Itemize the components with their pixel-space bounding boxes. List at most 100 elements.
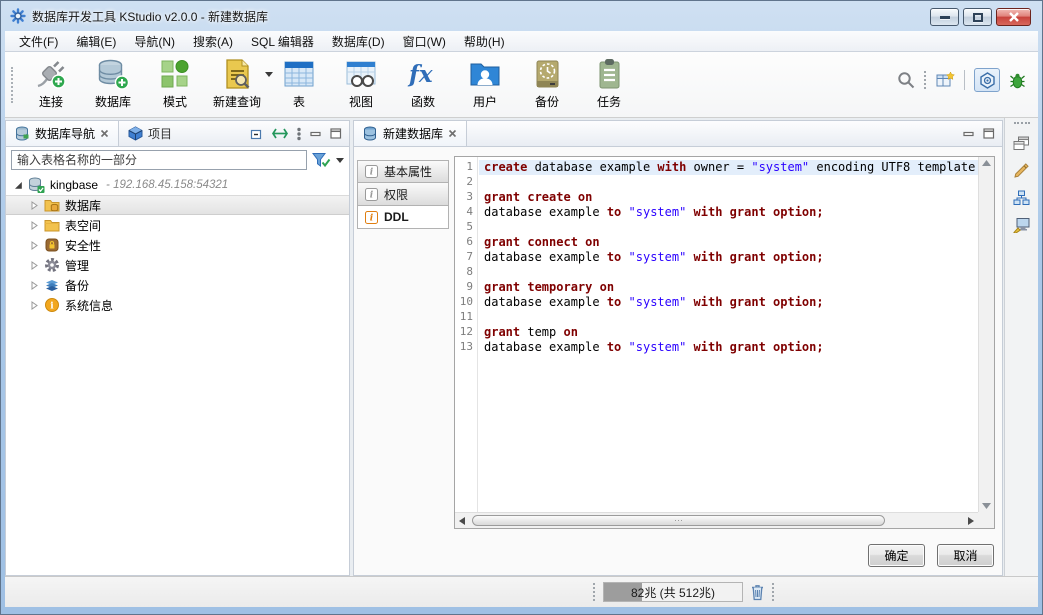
menu-item[interactable]: 数据库(D) xyxy=(323,30,394,53)
toolbar-schema[interactable]: 模式 xyxy=(144,57,206,110)
minimize-button[interactable] xyxy=(930,8,959,26)
menu-item[interactable]: 搜索(A) xyxy=(184,30,242,53)
sql-editor[interactable]: 1 2 3 4 5 6 7 8 9 10 11 12 13 create database exampl… xyxy=(454,156,995,529)
editor-tab-tools xyxy=(963,121,1002,146)
tab-database-navigator[interactable]: 数据库导航 xyxy=(6,121,120,146)
tree-item-gear[interactable]: 管理 xyxy=(6,255,349,275)
code-line[interactable]: database example to "system" with grant … xyxy=(479,205,978,220)
vertical-scrollbar[interactable] xyxy=(978,157,994,512)
scrollbar-thumb[interactable] xyxy=(472,515,886,526)
link-editor-icon[interactable] xyxy=(272,128,288,139)
tree-item-label: 数据库 xyxy=(65,198,102,213)
toolbar-table[interactable]: 表 xyxy=(268,57,330,110)
tree-item-folder[interactable]: 表空间 xyxy=(6,215,349,235)
menu-item[interactable]: 窗口(W) xyxy=(394,30,455,53)
code-line[interactable]: database example to "system" with grant … xyxy=(479,250,978,265)
toolbar-drag-handle[interactable] xyxy=(11,67,15,103)
table-filter-input[interactable] xyxy=(11,150,307,170)
tree-item-folder-database[interactable]: 数据库 xyxy=(6,195,349,215)
toolbar-database[interactable]: 数据库 xyxy=(82,57,144,110)
tab-project[interactable]: 项目 xyxy=(119,121,181,146)
line-number: 3 xyxy=(466,190,473,203)
code-line[interactable]: grant create on xyxy=(479,190,978,205)
property-side-tabs: i 基本属性 i 权限 i DDL xyxy=(357,160,449,229)
horizontal-scrollbar[interactable] xyxy=(455,512,978,528)
side-tab-permissions[interactable]: i 权限 xyxy=(357,183,449,206)
tree-item-security[interactable]: 安全性 xyxy=(6,235,349,255)
perspective-button[interactable] xyxy=(974,68,1000,92)
tab-new-database[interactable]: 新建数据库 xyxy=(354,121,468,146)
restore-view-icon[interactable] xyxy=(1013,136,1030,151)
maximize-view-icon[interactable] xyxy=(983,128,995,139)
maximize-button[interactable] xyxy=(963,8,992,26)
minimize-view-icon[interactable] xyxy=(310,128,322,139)
rail-drag-handle[interactable] xyxy=(1013,122,1030,125)
sql-code-area[interactable]: create database example with owner = "sy… xyxy=(479,157,978,512)
cancel-button[interactable]: 取消 xyxy=(937,544,994,567)
pen-icon[interactable] xyxy=(1013,162,1030,179)
database-nav-icon xyxy=(15,126,30,141)
code-line[interactable] xyxy=(479,220,978,235)
close-icon[interactable] xyxy=(100,129,109,138)
toolbar-task[interactable]: 任务 xyxy=(578,57,640,110)
svg-text:fx: fx xyxy=(407,61,433,88)
tree-collapsed-icon[interactable] xyxy=(29,300,39,310)
tree-expanded-icon[interactable] xyxy=(13,181,23,190)
view-menu-icon[interactable] xyxy=(296,127,302,141)
scroll-up-icon[interactable] xyxy=(982,160,991,166)
tree-item-layers[interactable]: 备份 xyxy=(6,275,349,295)
code-line[interactable]: grant temporary on xyxy=(479,280,978,295)
filter-dropdown-icon[interactable] xyxy=(336,157,344,163)
menu-item[interactable]: 文件(F) xyxy=(10,30,67,53)
topology-icon[interactable] xyxy=(1013,190,1030,206)
maximize-view-icon[interactable] xyxy=(330,128,342,139)
code-line[interactable]: database example to "system" with grant … xyxy=(479,295,978,310)
code-line[interactable]: create database example with owner = "sy… xyxy=(479,160,978,175)
tree-collapsed-icon[interactable] xyxy=(29,260,39,270)
menu-item[interactable]: 编辑(E) xyxy=(67,30,125,53)
code-line[interactable]: database example to "system" with grant … xyxy=(479,340,978,355)
menu-item[interactable]: 导航(N) xyxy=(125,30,184,53)
ok-button[interactable]: 确定 xyxy=(868,544,925,567)
minimize-view-icon[interactable] xyxy=(963,128,975,139)
toolbar-user[interactable]: 用户 xyxy=(454,57,516,110)
close-icon[interactable] xyxy=(448,129,457,138)
toolbar-view[interactable]: 视图 xyxy=(330,57,392,110)
code-line[interactable]: grant temp on xyxy=(479,325,978,340)
scroll-left-icon[interactable] xyxy=(459,517,465,525)
new-view-icon[interactable] xyxy=(936,71,955,89)
toolbar-connect[interactable]: 连接 xyxy=(20,57,82,110)
debug-icon[interactable] xyxy=(1009,72,1026,89)
window-controls xyxy=(930,8,1031,26)
toolbar-backup[interactable]: 备份 xyxy=(516,57,578,110)
search-icon[interactable] xyxy=(897,71,915,89)
tree-item-info[interactable]: i 系统信息 xyxy=(6,295,349,315)
tree-item-label: 管理 xyxy=(65,258,90,273)
code-line[interactable]: grant connect on xyxy=(479,235,978,250)
tree-collapsed-icon[interactable] xyxy=(29,220,39,230)
maximize-icon xyxy=(972,12,983,22)
menu-item[interactable]: 帮助(H) xyxy=(455,30,514,53)
status-drag-handle[interactable] xyxy=(772,583,775,601)
scroll-right-icon[interactable] xyxy=(968,517,974,525)
status-drag-handle[interactable] xyxy=(593,583,596,601)
code-line[interactable] xyxy=(479,175,978,190)
scroll-down-icon[interactable] xyxy=(982,503,991,509)
tree-collapsed-icon[interactable] xyxy=(29,280,39,290)
toolbar-new-query[interactable]: 新建查询 xyxy=(206,57,273,110)
line-number: 1 xyxy=(466,160,473,173)
collapse-all-icon[interactable] xyxy=(250,127,264,140)
code-line[interactable] xyxy=(479,310,978,325)
tree-collapsed-icon[interactable] xyxy=(29,240,39,250)
side-tab-basic-properties[interactable]: i 基本属性 xyxy=(357,160,449,183)
tree-root-kingbase[interactable]: kingbase - 192.168.45.158:54321 xyxy=(6,175,349,195)
garbage-collect-button[interactable] xyxy=(750,583,765,601)
filter-funnel-icon[interactable] xyxy=(312,152,331,168)
close-button[interactable] xyxy=(996,8,1031,26)
menu-item[interactable]: SQL 编辑器 xyxy=(242,30,323,53)
tree-collapsed-icon[interactable] xyxy=(29,200,39,210)
code-line[interactable] xyxy=(479,265,978,280)
toolbar-function[interactable]: fx 函数 xyxy=(392,57,454,110)
paint-computer-icon[interactable] xyxy=(1013,217,1030,233)
side-tab-ddl[interactable]: i DDL xyxy=(357,206,449,229)
